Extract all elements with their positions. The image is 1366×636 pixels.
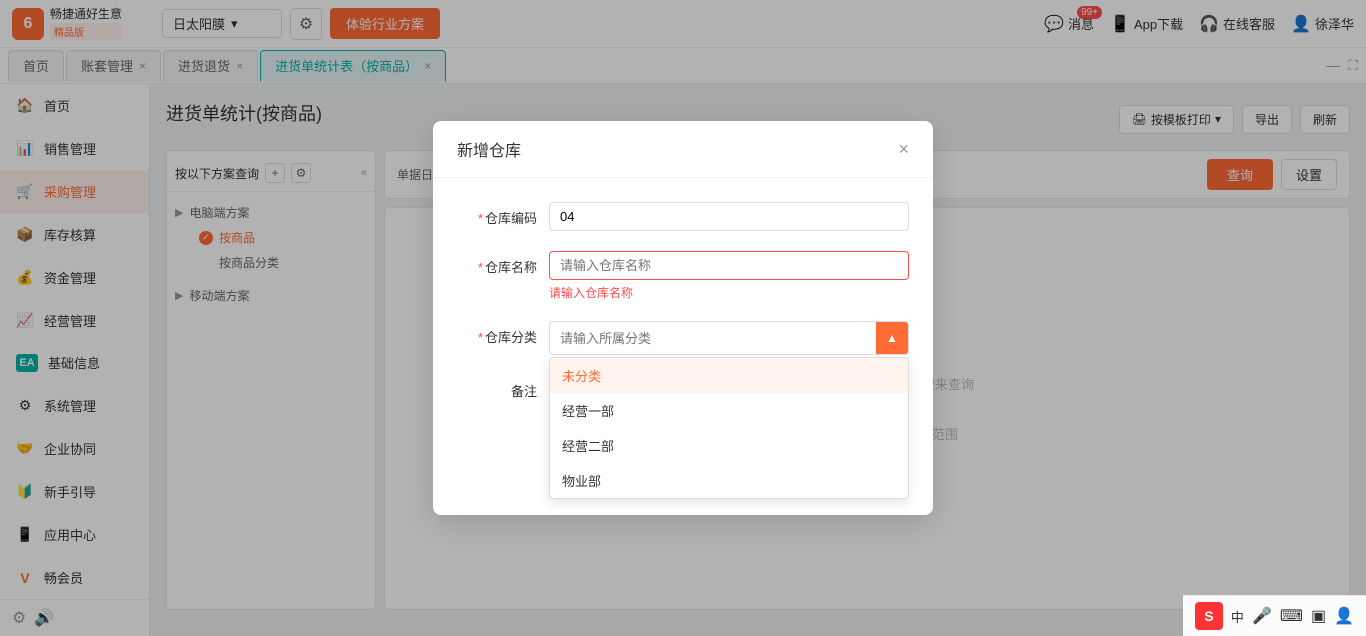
mic-icon[interactable]: 🎤 <box>1252 606 1272 626</box>
s-icon-btn[interactable]: S <box>1195 602 1223 630</box>
dialog-close-btn[interactable]: × <box>898 139 909 160</box>
name-field: 请输入仓库名称 <box>549 251 909 301</box>
dialog-header: 新增仓库 × <box>433 121 933 178</box>
warehouse-category-row: 仓库分类 ▲ 未分类 经营一部 经营二部 物业部 <box>457 321 909 355</box>
option-property[interactable]: 物业部 <box>550 463 908 498</box>
category-dropdown-btn[interactable]: ▲ <box>876 322 908 354</box>
option-dept1[interactable]: 经营一部 <box>550 393 908 428</box>
code-field <box>549 202 909 231</box>
keyboard-icon[interactable]: ⌨ <box>1280 606 1303 626</box>
option-dept2[interactable]: 经营二部 <box>550 428 908 463</box>
dialog-body: 仓库编码 仓库名称 请输入仓库名称 仓库分类 <box>433 178 933 448</box>
modal-overlay: 新增仓库 × 仓库编码 仓库名称 请输入仓库名称 <box>0 0 1366 636</box>
category-input[interactable] <box>550 325 876 352</box>
category-input-row: ▲ <box>549 321 909 355</box>
name-error-msg: 请输入仓库名称 <box>549 284 909 301</box>
category-label: 仓库分类 <box>457 321 537 346</box>
option-unclassified[interactable]: 未分类 <box>550 358 908 393</box>
code-label: 仓库编码 <box>457 202 537 227</box>
warehouse-code-row: 仓库编码 <box>457 202 909 231</box>
screen-icon[interactable]: ▣ <box>1311 606 1326 626</box>
bottom-bar: S 中 🎤 ⌨ ▣ 👤 <box>1183 595 1366 636</box>
add-warehouse-dialog: 新增仓库 × 仓库编码 仓库名称 请输入仓库名称 <box>433 121 933 515</box>
user-bottom-icon[interactable]: 👤 <box>1334 606 1354 626</box>
name-label: 仓库名称 <box>457 251 537 276</box>
code-input[interactable] <box>549 202 909 231</box>
warehouse-name-row: 仓库名称 请输入仓库名称 <box>457 251 909 301</box>
chevron-up-icon: ▲ <box>886 331 898 345</box>
category-dropdown-list: 未分类 经营一部 经营二部 物业部 <box>549 357 909 499</box>
dialog-title: 新增仓库 <box>457 137 521 161</box>
chinese-input-btn[interactable]: 中 <box>1231 607 1244 626</box>
name-input[interactable] <box>549 251 909 280</box>
category-field: ▲ 未分类 经营一部 经营二部 物业部 <box>549 321 909 355</box>
remark-label: 备注 <box>457 375 537 400</box>
